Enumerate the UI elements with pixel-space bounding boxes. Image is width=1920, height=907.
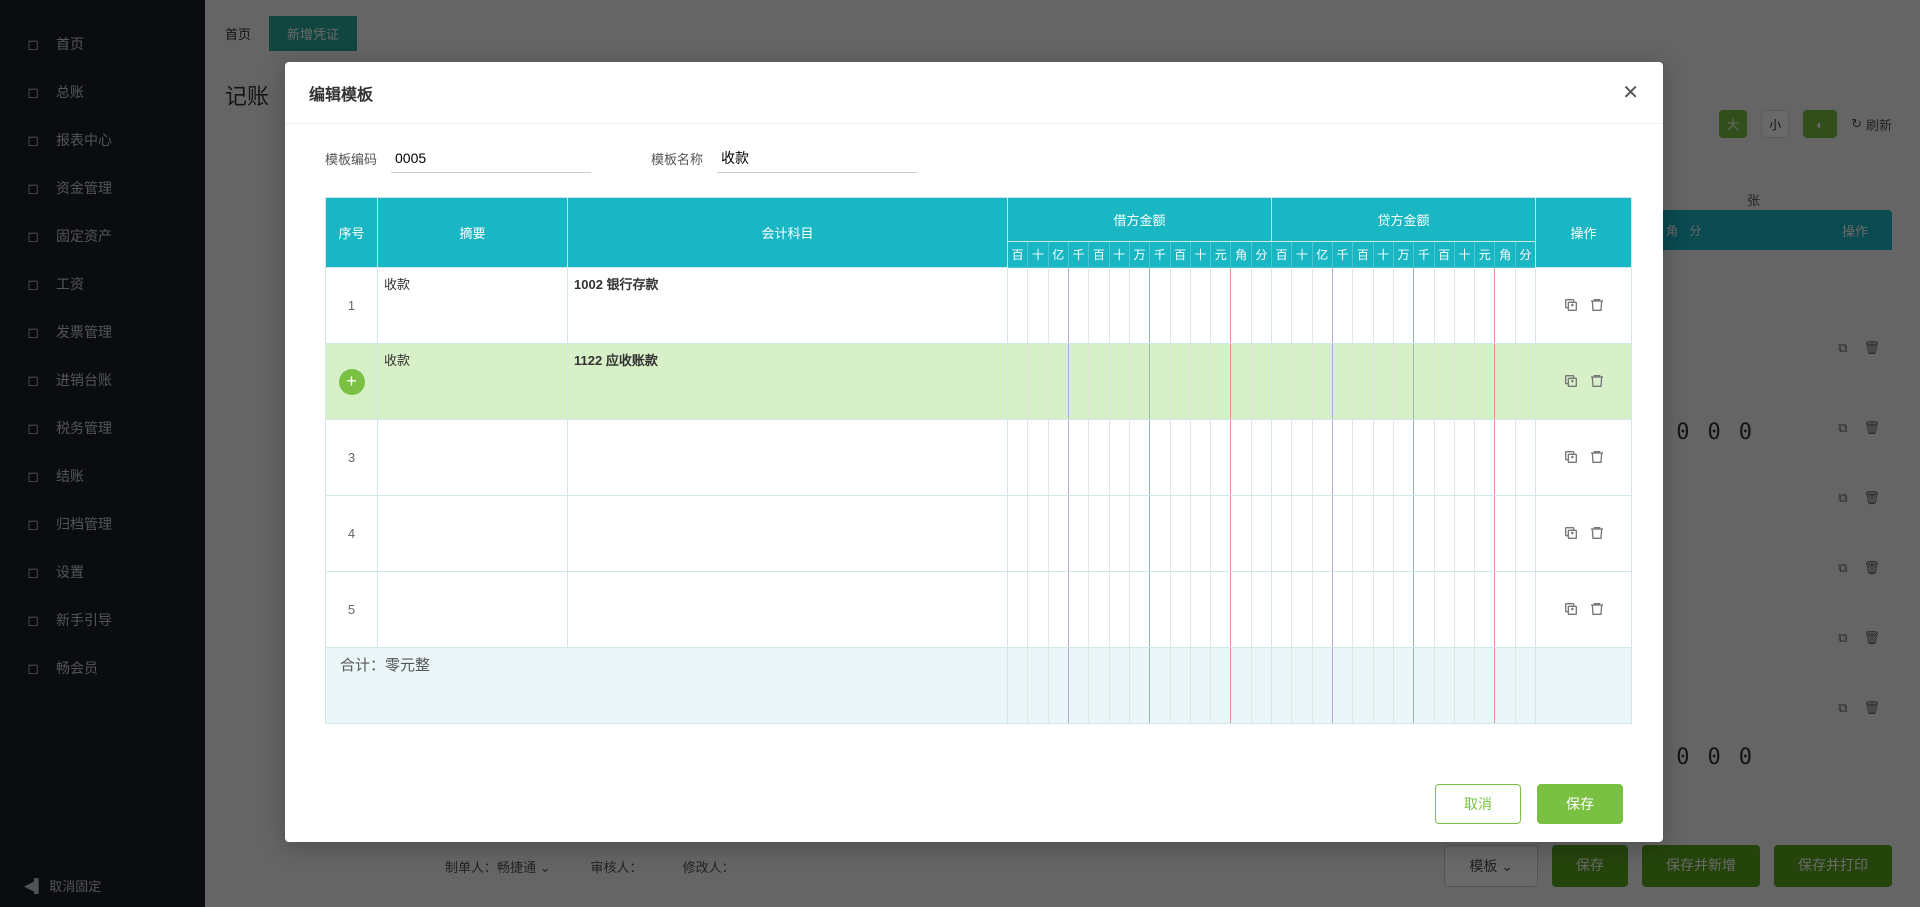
table-row: 4 [326, 496, 1632, 572]
credit-cell[interactable] [1272, 420, 1536, 496]
debit-cell[interactable] [1008, 420, 1272, 496]
delete-row-icon[interactable] [1588, 524, 1606, 542]
add-row-button[interactable]: + [339, 369, 365, 395]
th-index: 序号 [326, 198, 378, 268]
debit-cell[interactable] [1008, 496, 1272, 572]
subject-cell[interactable] [568, 496, 1008, 572]
delete-row-icon[interactable] [1588, 448, 1606, 466]
row-index: 4 [326, 496, 378, 572]
template-code-input[interactable] [391, 144, 591, 173]
save-button[interactable]: 保存 [1537, 784, 1623, 824]
table-row: 5 [326, 572, 1632, 648]
modal-header: 编辑模板 ✕ [285, 62, 1663, 124]
subject-cell[interactable]: 1122 应收账款 [568, 344, 1008, 420]
template-table: 序号 摘要 会计科目 借方金额 贷方金额 操作 百十亿千百十万千百十元角分 百十… [325, 197, 1632, 724]
cancel-button[interactable]: 取消 [1435, 784, 1521, 824]
th-credit: 贷方金额 [1272, 198, 1536, 242]
copy-row-icon[interactable] [1562, 296, 1580, 314]
credit-cell[interactable] [1272, 496, 1536, 572]
summary-cell[interactable] [378, 496, 568, 572]
action-cell [1536, 496, 1632, 572]
row-index: + [326, 344, 378, 420]
copy-row-icon[interactable] [1562, 448, 1580, 466]
copy-row-icon[interactable] [1562, 372, 1580, 390]
table-row: 3 [326, 420, 1632, 496]
close-icon[interactable]: ✕ [1622, 80, 1639, 105]
total-label: 合计：零元整 [332, 657, 430, 674]
table-row: + 收款1122 应收账款 [326, 344, 1632, 420]
subject-cell[interactable]: 1002 银行存款 [568, 268, 1008, 344]
form-row: 模板编码 模板名称 [325, 144, 1623, 173]
debit-cell[interactable] [1008, 268, 1272, 344]
modal-body: 模板编码 模板名称 序号 摘要 会计科目 借方金额 贷方金额 操作 [285, 124, 1663, 766]
th-summary: 摘要 [378, 198, 568, 268]
template-code-label: 模板编码 [325, 149, 377, 168]
action-cell [1536, 572, 1632, 648]
action-cell [1536, 268, 1632, 344]
row-index: 5 [326, 572, 378, 648]
credit-cell[interactable] [1272, 572, 1536, 648]
delete-row-icon[interactable] [1588, 296, 1606, 314]
total-row: 合计：零元整 [326, 648, 1632, 724]
summary-cell[interactable]: 收款 [378, 344, 568, 420]
debit-cell[interactable] [1008, 344, 1272, 420]
action-cell [1536, 420, 1632, 496]
summary-cell[interactable] [378, 572, 568, 648]
modal-title: 编辑模板 [309, 81, 373, 105]
copy-row-icon[interactable] [1562, 524, 1580, 542]
th-action: 操作 [1536, 198, 1632, 268]
subject-cell[interactable] [568, 572, 1008, 648]
row-index: 3 [326, 420, 378, 496]
edit-template-modal: 编辑模板 ✕ 模板编码 模板名称 序号 摘要 会计科目 [285, 62, 1663, 842]
credit-cell[interactable] [1272, 344, 1536, 420]
row-index: 1 [326, 268, 378, 344]
action-cell [1536, 344, 1632, 420]
template-name-label: 模板名称 [651, 149, 703, 168]
table-row: 1收款1002 银行存款 [326, 268, 1632, 344]
subject-cell[interactable] [568, 420, 1008, 496]
th-subject: 会计科目 [568, 198, 1008, 268]
modal-footer: 取消 保存 [285, 766, 1663, 842]
credit-cell[interactable] [1272, 268, 1536, 344]
delete-row-icon[interactable] [1588, 372, 1606, 390]
summary-cell[interactable]: 收款 [378, 268, 568, 344]
th-debit: 借方金额 [1008, 198, 1272, 242]
summary-cell[interactable] [378, 420, 568, 496]
template-name-input[interactable] [717, 144, 917, 173]
copy-row-icon[interactable] [1562, 600, 1580, 618]
debit-cell[interactable] [1008, 572, 1272, 648]
delete-row-icon[interactable] [1588, 600, 1606, 618]
